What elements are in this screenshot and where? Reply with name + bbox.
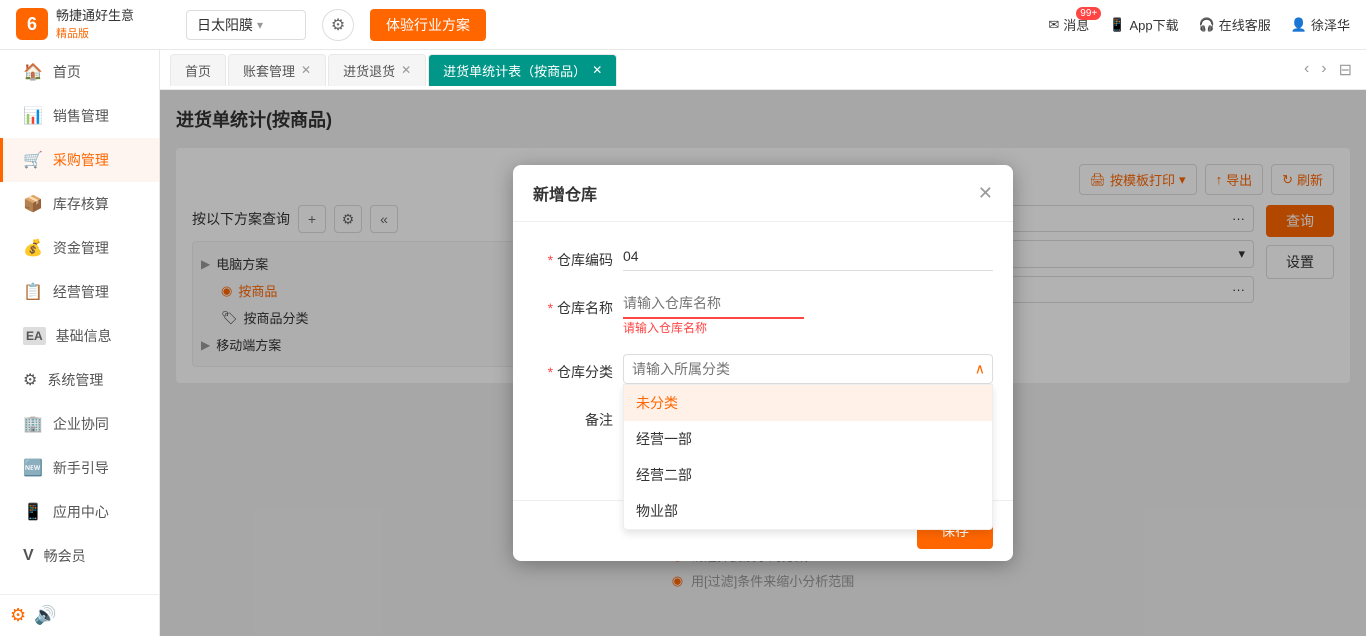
system-icon: ⚙ <box>23 370 37 390</box>
appcenter-icon: 📱 <box>23 502 43 522</box>
sidebar-item-finance[interactable]: 💰 资金管理 <box>0 226 159 270</box>
sidebar-item-system[interactable]: ⚙ 系统管理 <box>0 358 159 402</box>
sidebar-item-guide[interactable]: 🆕 新手引导 <box>0 446 159 490</box>
page-body: 进货单统计(按商品) 🖨 按模板打印 ▾ ↑ 导出 ↻ 刷新 <box>160 90 1366 636</box>
name-error-msg: 请输入仓库名称 <box>623 319 707 336</box>
sidebar-item-sales[interactable]: 📊 销售管理 <box>0 94 159 138</box>
tab-next-button[interactable]: › <box>1317 60 1330 80</box>
logo-area: 6 畅捷通好生意 精品版 <box>16 8 176 41</box>
message-badge: 99+ <box>1076 7 1101 20</box>
enterprise-icon: 🏢 <box>23 414 43 434</box>
category-select-wrapper: ∧ 未分类 经营一部 经营二部 物业部 <box>623 354 993 384</box>
sidebar-item-member[interactable]: V 畅会员 <box>0 534 159 578</box>
main-content: 首页 账套管理 ✕ 进货退货 ✕ 进货单统计表（按商品） ✕ ‹ › ⊟ 进货单… <box>160 50 1366 636</box>
phone-icon: 📱 <box>1109 17 1125 33</box>
tabs-bar: 首页 账套管理 ✕ 进货退货 ✕ 进货单统计表（按商品） ✕ ‹ › ⊟ <box>160 50 1366 90</box>
top-header: 6 畅捷通好生意 精品版 日太阳膜 ▾ ⚙ 体验行业方案 ✉ 消息 99+ 📱 … <box>0 0 1366 50</box>
sidebar-item-purchase[interactable]: 🛒 采购管理 <box>0 138 159 182</box>
category-input[interactable] <box>623 354 993 384</box>
dropdown-item-dept2[interactable]: 经营二部 <box>624 457 992 493</box>
home-icon: 🏠 <box>23 62 43 82</box>
new-warehouse-modal: 新增仓库 ✕ 仓库编码 仓库名称 <box>513 165 1013 561</box>
online-service-button[interactable]: 🎧 在线客服 <box>1199 15 1271 34</box>
guide-icon: 🆕 <box>23 458 43 478</box>
store-name: 日太阳膜 <box>197 15 253 35</box>
headset-icon: 🎧 <box>1199 17 1215 33</box>
store-selector[interactable]: 日太阳膜 ▾ <box>186 10 306 40</box>
chevron-down-icon: ▾ <box>257 18 263 32</box>
modal-title: 新增仓库 <box>533 181 597 205</box>
member-icon: V <box>23 547 34 565</box>
name-label: 仓库名称 <box>533 290 623 318</box>
modal-close-button[interactable]: ✕ <box>978 183 993 204</box>
category-arrow-icon: ∧ <box>975 361 985 378</box>
trial-button[interactable]: 体验行业方案 <box>370 9 486 41</box>
name-input[interactable] <box>623 289 804 319</box>
code-label: 仓库编码 <box>533 242 623 270</box>
tabs-right: ‹ › ⊟ <box>1300 60 1356 80</box>
sidebar-item-inventory[interactable]: 📦 库存核算 <box>0 182 159 226</box>
tab-expand-button[interactable]: ⊟ <box>1335 60 1356 80</box>
settings-icon[interactable]: ⚙ <box>322 9 354 41</box>
sidebar-item-enterprise[interactable]: 🏢 企业协同 <box>0 402 159 446</box>
modal-overlay: 新增仓库 ✕ 仓库编码 仓库名称 <box>160 90 1366 636</box>
dropdown-item-dept3[interactable]: 物业部 <box>624 493 992 529</box>
basic-icon: EA <box>23 327 46 345</box>
message-icon: ✉ <box>1048 17 1059 33</box>
header-right: ✉ 消息 99+ 📱 App下载 🎧 在线客服 👤 徐泽华 <box>1048 15 1350 34</box>
speaker-icon[interactable]: 🔊 <box>34 605 56 626</box>
finance-icon: 💰 <box>23 238 43 258</box>
tab-close-purchase-stats[interactable]: ✕ <box>592 63 602 77</box>
tab-purchase-stats[interactable]: 进货单统计表（按商品） ✕ <box>428 54 617 86</box>
main-layout: 🏠 首页 📊 销售管理 🛒 采购管理 📦 库存核算 💰 资金管理 📋 经 <box>0 50 1366 636</box>
sidebar-item-appcenter[interactable]: 📱 应用中心 <box>0 490 159 534</box>
purchase-icon: 🛒 <box>23 150 43 170</box>
settings-bottom-icon[interactable]: ⚙ <box>10 605 26 626</box>
sales-icon: 📊 <box>23 106 43 126</box>
tab-close-accounts[interactable]: ✕ <box>301 63 311 77</box>
sidebar-item-home[interactable]: 🏠 首页 <box>0 50 159 94</box>
user-profile[interactable]: 👤 徐泽华 <box>1291 15 1350 34</box>
app-download-button[interactable]: 📱 App下载 <box>1109 15 1178 34</box>
tab-prev-button[interactable]: ‹ <box>1300 60 1313 80</box>
tab-purchase-return[interactable]: 进货退货 ✕ <box>328 54 426 86</box>
logo-sub: 精品版 <box>56 25 134 41</box>
modal-header: 新增仓库 ✕ <box>513 165 1013 222</box>
dropdown-item-dept1[interactable]: 经营一部 <box>624 421 992 457</box>
header-actions: ⚙ 体验行业方案 <box>322 9 486 41</box>
category-dropdown: 未分类 经营一部 经营二部 物业部 <box>623 384 993 530</box>
logo-icon: 6 <box>16 8 48 40</box>
sidebar-item-operation[interactable]: 📋 经营管理 <box>0 270 159 314</box>
sidebar-nav: 🏠 首页 📊 销售管理 🛒 采购管理 📦 库存核算 💰 资金管理 📋 经 <box>0 50 159 594</box>
sidebar: 🏠 首页 📊 销售管理 🛒 采购管理 📦 库存核算 💰 资金管理 📋 经 <box>0 50 160 636</box>
sidebar-bottom: ⚙ 🔊 <box>0 594 159 636</box>
form-row-code: 仓库编码 <box>533 242 993 271</box>
tab-accounts[interactable]: 账套管理 ✕ <box>228 54 326 86</box>
form-row-category: 仓库分类 ∧ 未分类 经营一部 经营二部 物业部 <box>533 354 993 384</box>
user-icon: 👤 <box>1291 17 1307 33</box>
tab-close-purchase-return[interactable]: ✕ <box>401 63 411 77</box>
note-label: 备注 <box>533 402 623 430</box>
logo-name: 畅捷通好生意 <box>56 8 134 25</box>
operation-icon: 📋 <box>23 282 43 302</box>
modal-body: 仓库编码 仓库名称 请输入仓库名称 <box>513 222 1013 500</box>
category-label: 仓库分类 <box>533 354 623 382</box>
dropdown-item-none[interactable]: 未分类 <box>624 385 992 421</box>
tab-home[interactable]: 首页 <box>170 54 226 86</box>
code-input[interactable] <box>623 242 993 271</box>
inventory-icon: 📦 <box>23 194 43 214</box>
user-name: 徐泽华 <box>1311 15 1350 34</box>
form-row-name: 仓库名称 请输入仓库名称 <box>533 289 993 336</box>
sidebar-item-basic[interactable]: EA 基础信息 <box>0 314 159 358</box>
messages-button[interactable]: ✉ 消息 99+ <box>1048 15 1089 34</box>
